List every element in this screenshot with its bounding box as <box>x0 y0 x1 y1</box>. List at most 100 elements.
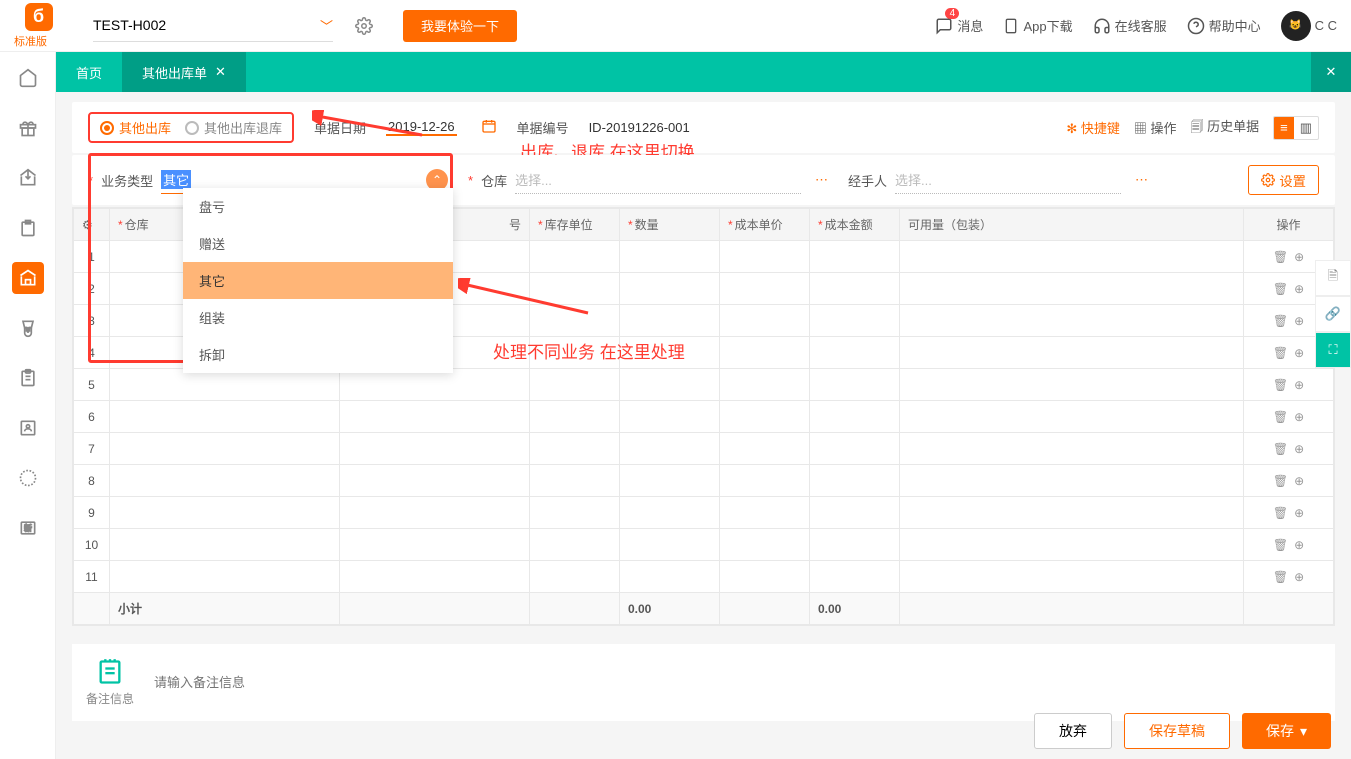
table-row[interactable]: 7🗑⊕ <box>74 433 1334 465</box>
warehouse-select[interactable]: 选择... <box>515 166 801 194</box>
radio-outbound-return[interactable]: 其他出库退库 <box>185 118 282 137</box>
float-note-icon[interactable]: 🗎 <box>1315 260 1351 296</box>
handler-label: 经手人 <box>848 171 887 190</box>
row-ops: 🗑⊕ <box>1244 465 1334 497</box>
col-amt: *成本金额 <box>810 209 900 241</box>
row-number: 10 <box>74 529 110 561</box>
calendar-icon[interactable] <box>481 118 497 137</box>
dropdown-item[interactable]: 赠送 <box>183 225 453 262</box>
delete-icon[interactable]: 🗑 <box>1273 506 1288 520</box>
delete-icon[interactable]: 🗑 <box>1273 474 1288 488</box>
delete-icon[interactable]: 🗑 <box>1273 410 1288 424</box>
svg-text:新: 新 <box>24 523 32 533</box>
delete-icon[interactable]: 🗑 <box>1273 250 1288 264</box>
outbound-type-radio-group: 其他出库 其他出库退库 <box>88 112 294 143</box>
org-selector[interactable]: ﹀ <box>93 10 333 42</box>
nav-gift-icon[interactable] <box>12 112 44 144</box>
add-row-icon[interactable]: ⊕ <box>1294 442 1304 456</box>
history-link[interactable]: 🗐 历史单据 <box>1190 116 1259 140</box>
setup-button[interactable]: 设置 <box>1248 165 1319 195</box>
help-label: 帮助中心 <box>1209 16 1261 35</box>
handler-select[interactable]: 选择... <box>895 166 1121 194</box>
dropdown-item[interactable]: 组装 <box>183 299 453 336</box>
nav-home-icon[interactable] <box>12 62 44 94</box>
try-button[interactable]: 我要体验一下 <box>403 10 517 42</box>
delete-icon[interactable]: 🗑 <box>1273 314 1288 328</box>
table-row[interactable]: 6 🗑 ⊕ <box>74 401 1334 433</box>
header-toolbar: ✻ 快捷键 ▦ 操作 🗐 历史单据 ≡ ▥ <box>1066 116 1319 140</box>
table-row[interactable]: 10 🗑 ⊕ <box>74 529 1334 561</box>
delete-icon[interactable]: 🗑 <box>1273 538 1288 552</box>
add-row-icon[interactable]: ⊕ <box>1294 538 1304 552</box>
nav-outbound-icon[interactable] <box>12 212 44 244</box>
dropdown-item[interactable]: 拆卸 <box>183 336 453 373</box>
view-card-icon[interactable]: ▥ <box>1294 117 1318 139</box>
table-row[interactable]: 11🗑⊕ <box>74 561 1334 593</box>
view-list-icon[interactable]: ≡ <box>1274 117 1294 139</box>
row-ops: 🗑⊕ <box>1244 433 1334 465</box>
nav-clipboard-icon[interactable] <box>12 362 44 394</box>
ops-link[interactable]: ▦ 操作 <box>1134 118 1177 137</box>
add-row-icon[interactable]: ⊕ <box>1294 410 1304 424</box>
tab-home[interactable]: 首页 <box>56 52 122 92</box>
nav-warehouse-icon[interactable] <box>12 262 44 294</box>
org-input[interactable] <box>93 17 293 33</box>
row-ops: 🗑⊕ <box>1244 369 1334 401</box>
remark-input[interactable] <box>154 675 1321 690</box>
dropdown-item[interactable]: 其它 <box>183 262 453 299</box>
edition-label: 标准版 <box>14 33 47 49</box>
table-row[interactable]: 8🗑⊕ <box>74 465 1334 497</box>
add-row-icon[interactable]: ⊕ <box>1294 346 1304 360</box>
abandon-button[interactable]: 放弃 <box>1034 713 1112 749</box>
table-row[interactable]: 9🗑⊕ <box>74 497 1334 529</box>
nav-new-icon[interactable]: 新 <box>12 512 44 544</box>
more-icon[interactable]: ⋯ <box>815 172 828 188</box>
close-icon[interactable]: ✕ <box>215 64 226 80</box>
tab-strip-close-icon[interactable]: ✕ <box>1311 52 1351 92</box>
nav-inbound-icon[interactable] <box>12 162 44 194</box>
shortcut-link[interactable]: ✻ 快捷键 <box>1066 118 1120 137</box>
delete-icon[interactable]: 🗑 <box>1273 346 1288 360</box>
biztype-label: 业务类型 <box>101 171 153 190</box>
service-label: 在线客服 <box>1115 16 1167 35</box>
col-qty: *数量 <box>620 209 720 241</box>
col-gear[interactable]: ⚙ <box>74 209 110 241</box>
row-number: 5 <box>74 369 110 401</box>
row-number: 6 <box>74 401 110 433</box>
gear-icon[interactable] <box>349 11 379 41</box>
help-link[interactable]: 帮助中心 <box>1187 16 1261 35</box>
tab-other-outbound[interactable]: 其他出库单 ✕ <box>122 52 246 92</box>
float-link-icon[interactable]: 🔗 <box>1315 296 1351 332</box>
delete-icon[interactable]: 🗑 <box>1273 378 1288 392</box>
service-link[interactable]: 在线客服 <box>1093 16 1167 35</box>
add-row-icon[interactable]: ⊕ <box>1294 570 1304 584</box>
footer-actions: 放弃 保存草稿 保存 ▾ <box>1034 713 1331 749</box>
table-row[interactable]: 5🗑⊕ <box>74 369 1334 401</box>
nav-sync-icon[interactable] <box>12 462 44 494</box>
save-button[interactable]: 保存 ▾ <box>1242 713 1331 749</box>
add-row-icon[interactable]: ⊕ <box>1294 474 1304 488</box>
form-header-row: 其他出库 其他出库退库 单据日期 2019-12-26 单据编号 ID-2019… <box>72 102 1335 153</box>
nav-finance-icon[interactable]: ¥ <box>12 312 44 344</box>
radio-outbound[interactable]: 其他出库 <box>100 118 171 137</box>
required-icon: * <box>88 173 93 188</box>
messages-link[interactable]: 消息 4 <box>935 16 983 35</box>
delete-icon[interactable]: 🗑 <box>1273 570 1288 584</box>
delete-icon[interactable]: 🗑 <box>1273 442 1288 456</box>
nav-contacts-icon[interactable] <box>12 412 44 444</box>
dropdown-item[interactable]: 盘亏 <box>183 188 453 225</box>
add-row-icon[interactable]: ⊕ <box>1294 506 1304 520</box>
save-draft-button[interactable]: 保存草稿 <box>1124 713 1230 749</box>
float-expand-icon[interactable]: ⛶ <box>1315 332 1351 368</box>
add-row-icon[interactable]: ⊕ <box>1294 250 1304 264</box>
app-download-link[interactable]: App下载 <box>1003 16 1072 35</box>
add-row-icon[interactable]: ⊕ <box>1294 282 1304 296</box>
add-row-icon[interactable]: ⊕ <box>1294 314 1304 328</box>
more-icon[interactable]: ⋯ <box>1135 172 1148 188</box>
row-number: 8 <box>74 465 110 497</box>
view-toggle[interactable]: ≡ ▥ <box>1273 116 1319 140</box>
user-menu[interactable]: 😺 C C <box>1281 11 1337 41</box>
delete-icon[interactable]: 🗑 <box>1273 282 1288 296</box>
topbar-right: 消息 4 App下载 在线客服 帮助中心 😺 C C <box>935 11 1337 41</box>
add-row-icon[interactable]: ⊕ <box>1294 378 1304 392</box>
